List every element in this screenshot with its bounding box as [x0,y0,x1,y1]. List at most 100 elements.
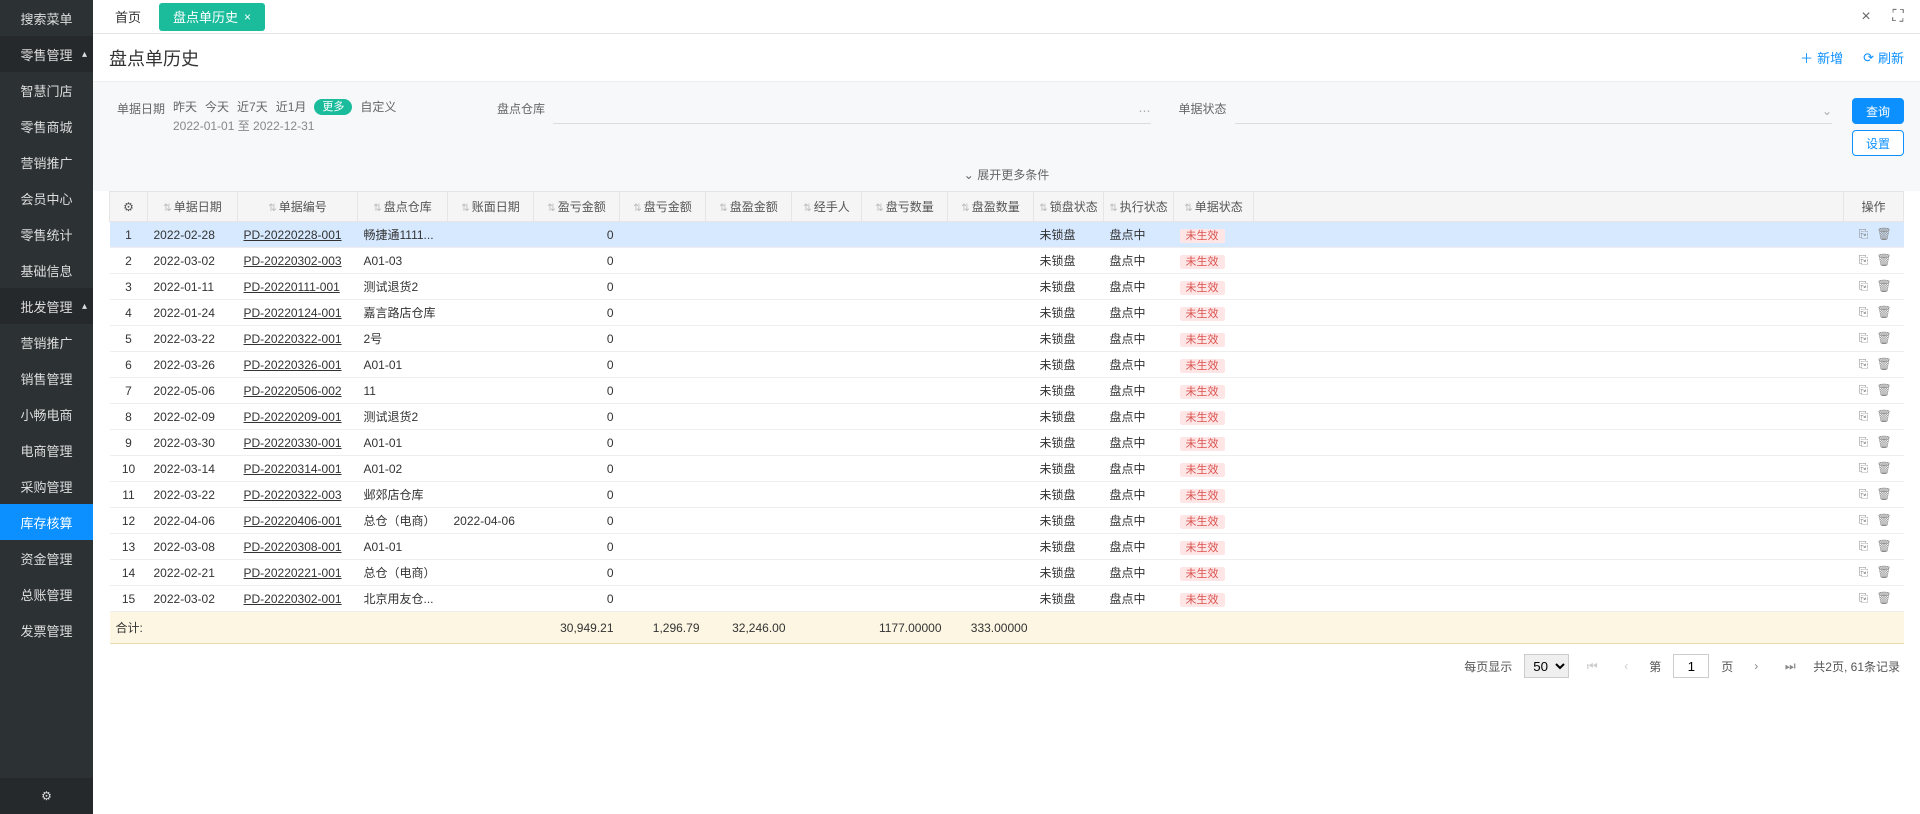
settings-button[interactable]: 设置 [1852,130,1904,156]
doc-link[interactable]: PD-20220221-001 [244,566,342,580]
table-row[interactable]: 122022-04-06PD-20220406-001总仓（电商）2022-04… [110,508,1904,534]
sidebar-settings[interactable]: ⚙ [0,778,93,814]
date-option[interactable]: 近1月 [276,98,307,115]
table-row[interactable]: 142022-02-21PD-20220221-001总仓（电商）0未锁盘盘点中… [110,560,1904,586]
table-header[interactable]: ⇅盘盈金额 [706,192,792,222]
table-row[interactable]: 52022-03-22PD-20220322-0012号0未锁盘盘点中未生效⎘🗑 [110,326,1904,352]
sidebar-item[interactable]: 资金管理 [0,540,93,576]
date-option[interactable]: 近7天 [237,98,268,115]
table-row[interactable]: 32022-01-11PD-20220111-001测试退货20未锁盘盘点中未生… [110,274,1904,300]
table-header[interactable]: ⇅盘亏金额 [620,192,706,222]
query-button[interactable]: 查询 [1852,98,1904,124]
doc-link[interactable]: PD-20220302-003 [244,254,342,268]
delete-icon[interactable]: 🗑 [1877,331,1891,345]
sidebar-item[interactable]: 零售商城 [0,108,93,144]
copy-icon[interactable]: ⎘ [1857,591,1871,606]
doc-link[interactable]: PD-20220209-001 [244,410,342,424]
table-row[interactable]: 72022-05-06PD-20220506-002110未锁盘盘点中未生效⎘🗑 [110,378,1904,404]
sidebar-item[interactable]: 电商管理 [0,432,93,468]
expand-filters[interactable]: ⌄ 展开更多条件 [109,162,1904,191]
copy-icon[interactable]: ⎘ [1857,331,1871,346]
table-row[interactable]: 62022-03-26PD-20220326-001A01-010未锁盘盘点中未… [110,352,1904,378]
delete-icon[interactable]: 🗑 [1877,435,1891,449]
sidebar-item[interactable]: 小畅电商 [0,396,93,432]
doc-link[interactable]: PD-20220326-001 [244,358,342,372]
date-option[interactable]: 昨天 [173,98,197,115]
table-row[interactable]: 12022-02-28PD-20220228-001畅捷通1111...0未锁盘… [110,222,1904,248]
table-header[interactable]: ⇅盘盈数量 [948,192,1034,222]
next-page-icon[interactable]: › [1745,655,1767,677]
prev-page-icon[interactable]: ‹ [1615,655,1637,677]
close-icon[interactable]: × [244,10,251,24]
close-all-icon[interactable]: × [1852,3,1880,31]
copy-icon[interactable]: ⎘ [1857,435,1871,450]
table-header[interactable]: ⇅锁盘状态 [1034,192,1104,222]
sidebar-item[interactable]: 总账管理 [0,576,93,612]
sidebar-item[interactable]: 营销推广 [0,144,93,180]
warehouse-select[interactable]: ⋯ [553,98,1151,124]
date-option-more[interactable]: 更多 [314,99,352,115]
date-option-custom[interactable]: 自定义 [360,98,396,115]
doc-link[interactable]: PD-20220322-001 [244,332,342,346]
table-header[interactable]: ⇅经手人 [792,192,862,222]
tab-home[interactable]: 首页 [101,3,155,31]
table-header[interactable]: ⇅账面日期 [448,192,534,222]
delete-icon[interactable]: 🗑 [1877,409,1891,423]
copy-icon[interactable]: ⎘ [1857,487,1871,502]
sidebar-item[interactable]: 发票管理 [0,612,93,648]
copy-icon[interactable]: ⎘ [1857,513,1871,528]
add-button[interactable]: ＋ 新增 [1800,48,1843,67]
sidebar-group[interactable]: 零售管理▴ [0,36,93,72]
copy-icon[interactable]: ⎘ [1857,279,1871,294]
doc-link[interactable]: PD-20220330-001 [244,436,342,450]
table-header[interactable]: ⇅单据编号 [238,192,358,222]
copy-icon[interactable]: ⎘ [1857,253,1871,268]
delete-icon[interactable]: 🗑 [1877,279,1891,293]
doc-link[interactable]: PD-20220111-001 [244,280,340,294]
delete-icon[interactable]: 🗑 [1877,513,1891,527]
table-header[interactable]: 操作 [1844,192,1904,222]
sidebar-item[interactable]: 采购管理 [0,468,93,504]
delete-icon[interactable]: 🗑 [1877,227,1891,241]
fullscreen-icon[interactable]: ⛶ [1884,3,1912,31]
delete-icon[interactable]: 🗑 [1877,591,1891,605]
copy-icon[interactable]: ⎘ [1857,383,1871,398]
delete-icon[interactable]: 🗑 [1877,461,1891,475]
delete-icon[interactable]: 🗑 [1877,305,1891,319]
sidebar-item[interactable]: 基础信息 [0,252,93,288]
sidebar-item[interactable]: 库存核算 [0,504,93,540]
sidebar-item[interactable]: 智慧门店 [0,72,93,108]
table-header[interactable]: ⚙ [110,192,148,222]
first-page-icon[interactable]: ⏮ [1581,655,1603,677]
status-select[interactable]: ⌄ [1235,98,1833,124]
doc-link[interactable]: PD-20220314-001 [244,462,342,476]
sidebar-item[interactable]: 零售统计 [0,216,93,252]
refresh-button[interactable]: ⟳ 刷新 [1863,48,1904,67]
doc-link[interactable]: PD-20220322-003 [244,488,342,502]
copy-icon[interactable]: ⎘ [1857,461,1871,476]
copy-icon[interactable]: ⎘ [1857,305,1871,320]
table-header[interactable]: ⇅盘点仓库 [358,192,448,222]
delete-icon[interactable]: 🗑 [1877,253,1891,267]
copy-icon[interactable]: ⎘ [1857,565,1871,580]
copy-icon[interactable]: ⎘ [1857,357,1871,372]
doc-link[interactable]: PD-20220302-001 [244,592,342,606]
doc-link[interactable]: PD-20220406-001 [244,514,342,528]
table-row[interactable]: 102022-03-14PD-20220314-001A01-020未锁盘盘点中… [110,456,1904,482]
tab-active[interactable]: 盘点单历史 × [159,3,265,31]
delete-icon[interactable]: 🗑 [1877,383,1891,397]
doc-link[interactable]: PD-20220506-002 [244,384,342,398]
sidebar-item[interactable]: 营销推广 [0,324,93,360]
doc-link[interactable]: PD-20220124-001 [244,306,342,320]
sidebar-search[interactable]: 搜索菜单 [0,0,93,36]
sidebar-item[interactable]: 销售管理 [0,360,93,396]
doc-link[interactable]: PD-20220228-001 [244,228,342,242]
table-row[interactable]: 112022-03-22PD-20220322-003邺郊店仓库0未锁盘盘点中未… [110,482,1904,508]
last-page-icon[interactable]: ⏭ [1779,655,1801,677]
delete-icon[interactable]: 🗑 [1877,565,1891,579]
delete-icon[interactable]: 🗑 [1877,539,1891,553]
delete-icon[interactable]: 🗑 [1877,357,1891,371]
delete-icon[interactable]: 🗑 [1877,487,1891,501]
table-header[interactable]: ⇅执行状态 [1104,192,1174,222]
copy-icon[interactable]: ⎘ [1857,409,1871,424]
